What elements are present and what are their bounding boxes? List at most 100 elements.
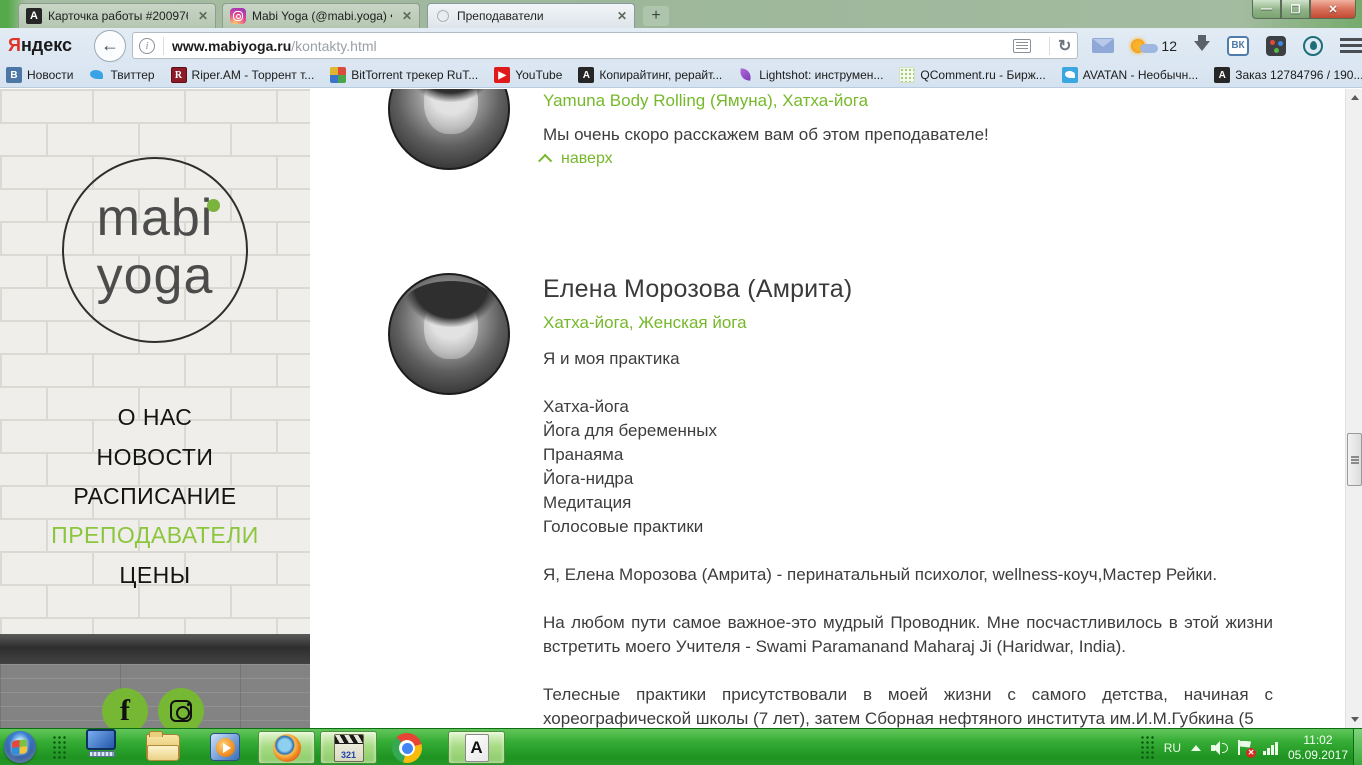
mpc-number: 321 [340, 749, 357, 760]
riper-favicon-icon: R [170, 67, 187, 83]
rutracker-favicon-icon [330, 67, 347, 83]
bookmark-copywriting[interactable]: A Копирайтинг, рерайт... [578, 67, 722, 83]
bookmark-qcomment[interactable]: QComment.ru - Бирж... [899, 67, 1046, 83]
scrollbar-thumb[interactable] [1347, 433, 1362, 486]
bookmark-lightshot[interactable]: Lightshot: инструмен... [738, 67, 883, 83]
advego-app-icon: A [464, 733, 489, 762]
hamburger-menu-icon[interactable] [1340, 38, 1362, 41]
language-indicator[interactable]: RU [1164, 741, 1181, 755]
bookmark-label: Новости [27, 68, 74, 82]
bookmark-twitter[interactable]: Твиттер [89, 67, 155, 83]
divider [1049, 36, 1051, 55]
yandex-logo-rest: ндекс [20, 35, 73, 55]
advego-icon: A [26, 8, 42, 24]
teacher-styles-link[interactable]: Хатха-йога, Женская йога [543, 313, 747, 333]
network-signal-icon[interactable] [1263, 741, 1278, 755]
mail-icon[interactable] [1092, 38, 1115, 53]
sidebar-item-prices[interactable]: ЦЕНЫ [0, 562, 310, 589]
sidebar-item-schedule[interactable]: РАСПИСАНИЕ [0, 483, 310, 510]
action-center-flag-icon[interactable]: ✕ [1237, 739, 1257, 758]
teacher-photo-yamuna [388, 89, 510, 170]
back-button[interactable]: ← [94, 29, 126, 62]
facebook-icon[interactable]: f [102, 688, 148, 728]
explorer-icon[interactable] [146, 731, 180, 762]
start-button[interactable] [4, 731, 36, 763]
remote-desktop-icon[interactable] [86, 729, 118, 759]
windows-taskbar: 321 A RU ✕ 11:02 05.09.2017 [0, 728, 1362, 765]
logo-green-dot [207, 199, 220, 212]
url-path: /kontakty.html [291, 37, 377, 54]
sidebar-item-news[interactable]: НОВОСТИ [0, 444, 310, 471]
clock-time: 11:02 [1303, 732, 1333, 747]
teacher-photo-elena [388, 273, 510, 395]
url-text[interactable]: www.mabiyoga.ru/kontakty.html [172, 38, 1013, 54]
taskbar-clock[interactable]: 11:02 05.09.2017 [1288, 733, 1348, 763]
bookmark-rutracker[interactable]: BitTorrent трекер RuT... [330, 67, 478, 83]
mabi-logo-icon [435, 8, 451, 24]
close-icon[interactable]: ✕ [398, 9, 412, 23]
chevron-up-icon [538, 153, 553, 168]
hidden-icons-chevron[interactable] [1191, 744, 1202, 751]
sidebar-item-about[interactable]: О НАС [0, 404, 310, 431]
advego-task-button[interactable]: A [448, 731, 505, 764]
bookmark-label: Копирайтинг, рерайт... [599, 68, 723, 82]
bookmark-novosti[interactable]: В Новости [6, 67, 73, 83]
download-icon[interactable] [1194, 34, 1210, 51]
weather-widget[interactable]: 12 [1131, 38, 1177, 54]
teacher-name-heading: Елена Морозова (Амрита) [543, 275, 853, 303]
teachers-content: Yamuna Body Rolling (Ямуна), Хатха-йога … [310, 89, 1345, 728]
reader-mode-icon[interactable] [1013, 38, 1032, 53]
bookmark-label: Riper.AM - Торрент т... [191, 68, 315, 82]
reload-icon[interactable]: ↻ [1058, 36, 1071, 56]
url-host: www.mabiyoga.ru [172, 37, 292, 54]
teacher-styles-link[interactable]: Yamuna Body Rolling (Ямуна), Хатха-йога [543, 91, 868, 111]
chrome-icon[interactable] [392, 733, 422, 763]
close-window-button[interactable]: ✕ [1310, 0, 1356, 19]
back-to-top-link[interactable]: наверх [538, 150, 613, 168]
screenshot-extension-icon[interactable] [1266, 35, 1286, 56]
address-bar[interactable]: i www.mabiyoga.ru/kontakty.html ↻ [132, 32, 1079, 59]
tab-bar: A Карточка работы #20097636 ✕ Mabi Yoga … [0, 0, 1362, 28]
site-info-icon[interactable]: i [139, 37, 155, 54]
bookmark-youtube[interactable]: ▶ YouTube [494, 67, 562, 83]
scroll-up-button[interactable] [1346, 89, 1362, 106]
bookmark-label: Lightshot: инструмен... [759, 68, 884, 82]
windows-flag-icon [12, 739, 27, 755]
scroll-down-button[interactable] [1346, 711, 1362, 728]
drop-extension-icon[interactable] [1303, 35, 1323, 56]
teacher-paragraph: На любом пути самое важное-это мудрый Пр… [543, 613, 1273, 656]
tab-advego-order[interactable]: A Карточка работы #20097636 ✕ [18, 3, 216, 28]
tab-title: Преподаватели [457, 9, 544, 23]
instagram-icon[interactable] [158, 688, 204, 728]
practice-item: Медитация [543, 493, 632, 512]
bookmark-label: YouTube [515, 68, 563, 82]
bookmarks-bar: В Новости Твиттер R Riper.AM - Торрент т..… [0, 63, 1362, 88]
minimize-button[interactable]: — [1252, 0, 1281, 19]
restore-button[interactable]: ❐ [1281, 0, 1310, 19]
bookmark-order[interactable]: A Заказ 12784796 / 190.... [1214, 67, 1362, 83]
tab-title: Mabi Yoga (@mabi.yoga) • Ф [252, 9, 392, 23]
media-player-classic-icon: 321 [333, 733, 364, 762]
mpc-task-button[interactable]: 321 [320, 731, 377, 764]
volume-icon[interactable] [1211, 740, 1229, 755]
media-player-icon[interactable] [210, 733, 240, 761]
volume-wave [1222, 742, 1229, 753]
new-tab-button[interactable]: + [643, 6, 669, 26]
close-icon[interactable]: ✕ [194, 9, 208, 23]
bookmark-riper[interactable]: R Riper.AM - Торрент т... [170, 67, 315, 83]
baseboard-decor [0, 634, 310, 664]
tab-teachers-active[interactable]: Преподаватели ✕ [427, 3, 635, 28]
vk-extension-icon[interactable]: ВК [1227, 35, 1249, 56]
youtube-favicon-icon: ▶ [494, 67, 511, 83]
tab-title: Карточка работы #20097636 [48, 9, 188, 23]
yandex-logo[interactable]: Яндекс [8, 35, 94, 56]
sidebar-item-teachers[interactable]: ПРЕПОДАВАТЕЛИ [0, 522, 310, 549]
firefox-task-button[interactable] [258, 731, 315, 764]
teacher-paragraph: Телесные практики присутствовали в моей … [543, 685, 1273, 728]
vertical-scrollbar[interactable] [1345, 89, 1362, 728]
bookmark-avatan[interactable]: AVATAN - Необычн... [1061, 67, 1198, 83]
mabi-yoga-logo[interactable]: mabi yoga [62, 157, 248, 343]
close-icon[interactable]: ✕ [613, 9, 627, 23]
show-desktop-button[interactable] [1353, 729, 1362, 765]
tab-instagram[interactable]: Mabi Yoga (@mabi.yoga) • Ф ✕ [222, 3, 420, 28]
